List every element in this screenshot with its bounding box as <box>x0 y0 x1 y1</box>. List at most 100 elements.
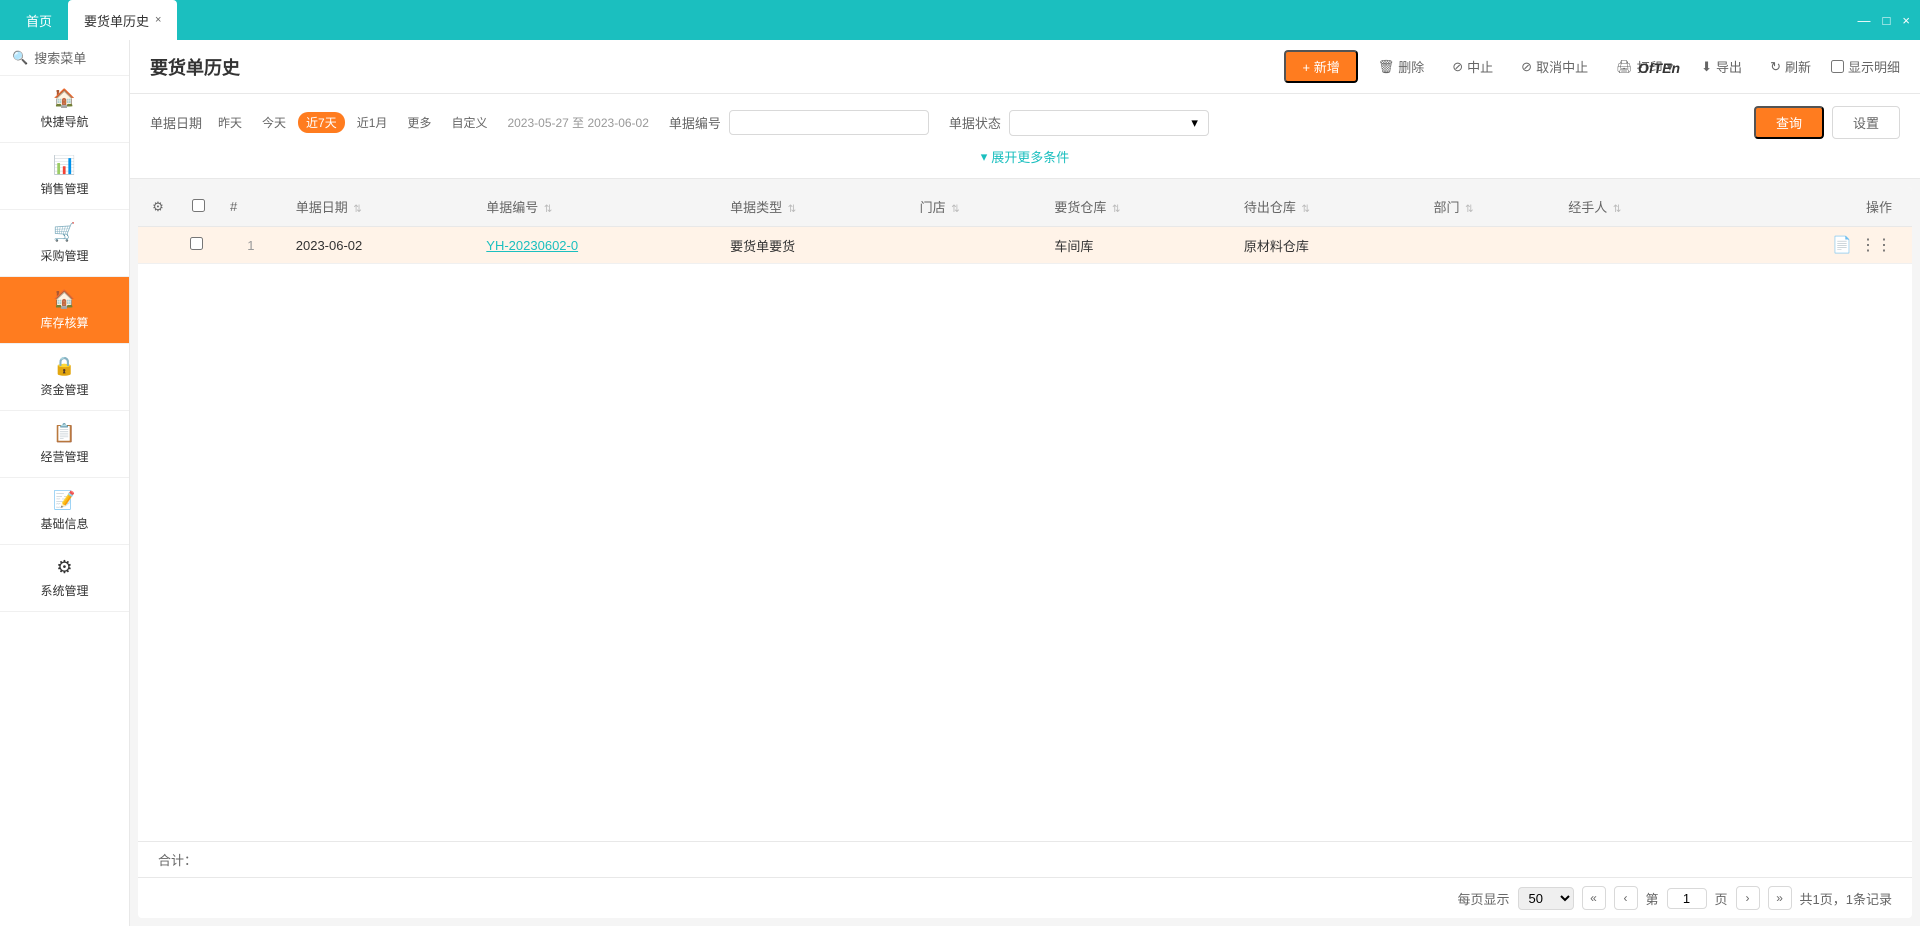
minimize-btn[interactable]: — <box>1858 13 1871 28</box>
sidebar-item-label: 销售管理 <box>40 180 88 197</box>
cell-index: 1 <box>218 227 284 264</box>
date-btn-7days[interactable]: 近7天 <box>298 112 345 133</box>
sidebar-item-purchase[interactable]: 🛒 采购管理 <box>0 210 129 277</box>
select-all-checkbox[interactable] <box>192 199 205 212</box>
maximize-btn[interactable]: □ <box>1883 13 1891 28</box>
table-footer: 合计： <box>138 841 1912 877</box>
cell-bill-type: 要货单要货 <box>718 227 908 264</box>
export-label: 导出 <box>1716 57 1742 76</box>
date-btn-today[interactable]: 今天 <box>254 112 294 133</box>
page-input[interactable] <box>1667 888 1707 909</box>
sidebar-item-operations[interactable]: 📋 经营管理 <box>0 411 129 478</box>
cell-date: 2023-06-02 <box>284 227 475 264</box>
sidebar-item-inventory[interactable]: 🏠 库存核算 <box>0 277 129 344</box>
cell-gear <box>138 227 178 264</box>
last-page-btn[interactable]: » <box>1768 886 1792 910</box>
sidebar-search[interactable]: 🔍 搜索菜单 <box>0 40 129 76</box>
bill-no-link[interactable]: YH-20230602-0 <box>486 238 578 253</box>
refresh-button[interactable]: ↻ 刷新 <box>1762 53 1819 80</box>
sidebar-item-label: 库存核算 <box>40 314 88 331</box>
table-area: ⚙ # 单据日期 ⇅ 单据编号 ⇅ 单据类型 ⇅ 门店 ⇅ 要货仓库 ⇅ 待出仓… <box>138 187 1912 918</box>
next-page-btn[interactable]: › <box>1736 886 1760 910</box>
export-button[interactable]: ⬇ 导出 <box>1693 53 1750 80</box>
pagination-bar: 每页显示 50 10 20 100 « ‹ 第 页 › » 共1页，1条记录 <box>138 877 1912 918</box>
page-size-label: 每页显示 <box>1457 889 1509 908</box>
data-table: ⚙ # 单据日期 ⇅ 单据编号 ⇅ 单据类型 ⇅ 门店 ⇅ 要货仓库 ⇅ 待出仓… <box>138 187 1912 264</box>
filter-row: 单据日期 昨天 今天 近7天 近1月 更多 自定义 2023-05-27 至 2… <box>150 106 1900 139</box>
edit-icon[interactable]: 📄 <box>1832 235 1852 255</box>
window-close-btn[interactable]: × <box>1902 13 1910 28</box>
page-size-select[interactable]: 50 10 20 100 <box>1518 887 1574 910</box>
system-icon: ⚙ <box>56 557 72 578</box>
sidebar-item-sales[interactable]: 📊 销售管理 <box>0 143 129 210</box>
date-btn-more[interactable]: 更多 <box>399 112 439 133</box>
date-btn-yesterday[interactable]: 昨天 <box>210 112 250 133</box>
first-page-btn[interactable]: « <box>1582 886 1606 910</box>
sidebar-item-label: 快捷导航 <box>40 113 88 130</box>
often-text: OfTEn <box>1638 60 1680 76</box>
col-gear[interactable]: ⚙ <box>138 187 178 227</box>
table-wrap: ⚙ # 单据日期 ⇅ 单据编号 ⇅ 单据类型 ⇅ 门店 ⇅ 要货仓库 ⇅ 待出仓… <box>138 187 1912 841</box>
date-range-text: 2023-05-27 至 2023-06-02 <box>507 114 648 131</box>
date-filter-group: 单据日期 昨天 今天 近7天 近1月 更多 自定义 2023-05-27 至 2… <box>150 112 649 133</box>
more-icon[interactable]: ⋮⋮ <box>1860 235 1892 255</box>
sort-icon-req-warehouse: ⇅ <box>1112 204 1120 215</box>
sort-icon-handler: ⇅ <box>1613 204 1621 215</box>
sidebar-item-label: 采购管理 <box>40 247 88 264</box>
col-date[interactable]: 单据日期 ⇅ <box>284 187 475 227</box>
filter-bar: 单据日期 昨天 今天 近7天 近1月 更多 自定义 2023-05-27 至 2… <box>130 94 1920 179</box>
cancel-stop-icon: ⊘ <box>1521 59 1532 75</box>
sidebar-search-label: 搜索菜单 <box>34 48 86 67</box>
query-button[interactable]: 查询 <box>1754 106 1824 139</box>
add-button[interactable]: + 新增 <box>1284 50 1357 83</box>
operations-icon: 📋 <box>53 423 75 444</box>
refresh-label: 刷新 <box>1785 57 1811 76</box>
purchase-icon: 🛒 <box>53 222 75 243</box>
date-btn-custom[interactable]: 自定义 <box>443 112 495 133</box>
tab-home[interactable]: 首页 <box>10 0 68 40</box>
close-icon[interactable]: × <box>155 14 161 26</box>
delete-button[interactable]: 🗑 删除 <box>1370 53 1433 80</box>
col-checkbox <box>178 187 218 227</box>
display-detail-toggle[interactable]: 显示明细 <box>1831 57 1900 76</box>
bill-no-label: 单据编号 <box>669 113 721 132</box>
date-btn-1month[interactable]: 近1月 <box>349 112 396 133</box>
sort-icon-date: ⇅ <box>353 204 361 215</box>
bill-no-input[interactable] <box>729 110 929 135</box>
sort-icon-bill-no: ⇅ <box>544 204 552 215</box>
prev-page-btn[interactable]: ‹ <box>1614 886 1638 910</box>
sidebar-item-finance[interactable]: 🔒 资金管理 <box>0 344 129 411</box>
sort-icon-dept: ⇅ <box>1465 204 1473 215</box>
settings-button[interactable]: 设置 <box>1832 106 1900 139</box>
total-label: 合计： <box>158 853 197 868</box>
status-label: 单据状态 <box>949 113 1001 132</box>
sidebar-item-basic[interactable]: 📝 基础信息 <box>0 478 129 545</box>
sidebar-item-quick-nav[interactable]: 🏠 快捷导航 <box>0 76 129 143</box>
expand-more-btn[interactable]: ▾ 展开更多条件 <box>981 147 1070 166</box>
cell-req-warehouse: 车间库 <box>1042 227 1232 264</box>
col-pending-warehouse[interactable]: 待出仓库 ⇅ <box>1232 187 1422 227</box>
stop-button[interactable]: ⊘ 中止 <box>1444 53 1501 80</box>
page-title: 要货单历史 <box>150 54 240 80</box>
delete-label: 删除 <box>1398 57 1424 76</box>
col-bill-no[interactable]: 单据编号 ⇅ <box>474 187 718 227</box>
col-bill-type[interactable]: 单据类型 ⇅ <box>718 187 908 227</box>
col-dept[interactable]: 部门 ⇅ <box>1421 187 1556 227</box>
main-layout: 🔍 搜索菜单 🏠 快捷导航 📊 销售管理 🛒 采购管理 🏠 库存核算 🔒 资金管… <box>0 40 1920 926</box>
cell-bill-no: YH-20230602-0 <box>474 227 718 264</box>
col-req-warehouse[interactable]: 要货仓库 ⇅ <box>1042 187 1232 227</box>
table-row: 1 2023-06-02 YH-20230602-0 要货单要货 车间库 原材料… <box>138 227 1912 264</box>
window-controls: — □ × <box>1858 13 1910 28</box>
sort-icon-bill-type: ⇅ <box>788 204 796 215</box>
tab-active[interactable]: 要货单历史 × <box>68 0 177 40</box>
row-checkbox[interactable] <box>190 237 203 250</box>
cancel-stop-label: 取消中止 <box>1536 57 1588 76</box>
display-detail-checkbox[interactable] <box>1831 60 1844 73</box>
col-store[interactable]: 门店 ⇅ <box>908 187 1043 227</box>
status-select[interactable]: ▾ <box>1009 110 1209 136</box>
sidebar-item-system[interactable]: ⚙ 系统管理 <box>0 545 129 612</box>
col-handler[interactable]: 经手人 ⇅ <box>1556 187 1718 227</box>
export-icon: ⬇ <box>1701 59 1712 75</box>
cancel-stop-button[interactable]: ⊘ 取消中止 <box>1513 53 1596 80</box>
table-header-row: ⚙ # 单据日期 ⇅ 单据编号 ⇅ 单据类型 ⇅ 门店 ⇅ 要货仓库 ⇅ 待出仓… <box>138 187 1912 227</box>
